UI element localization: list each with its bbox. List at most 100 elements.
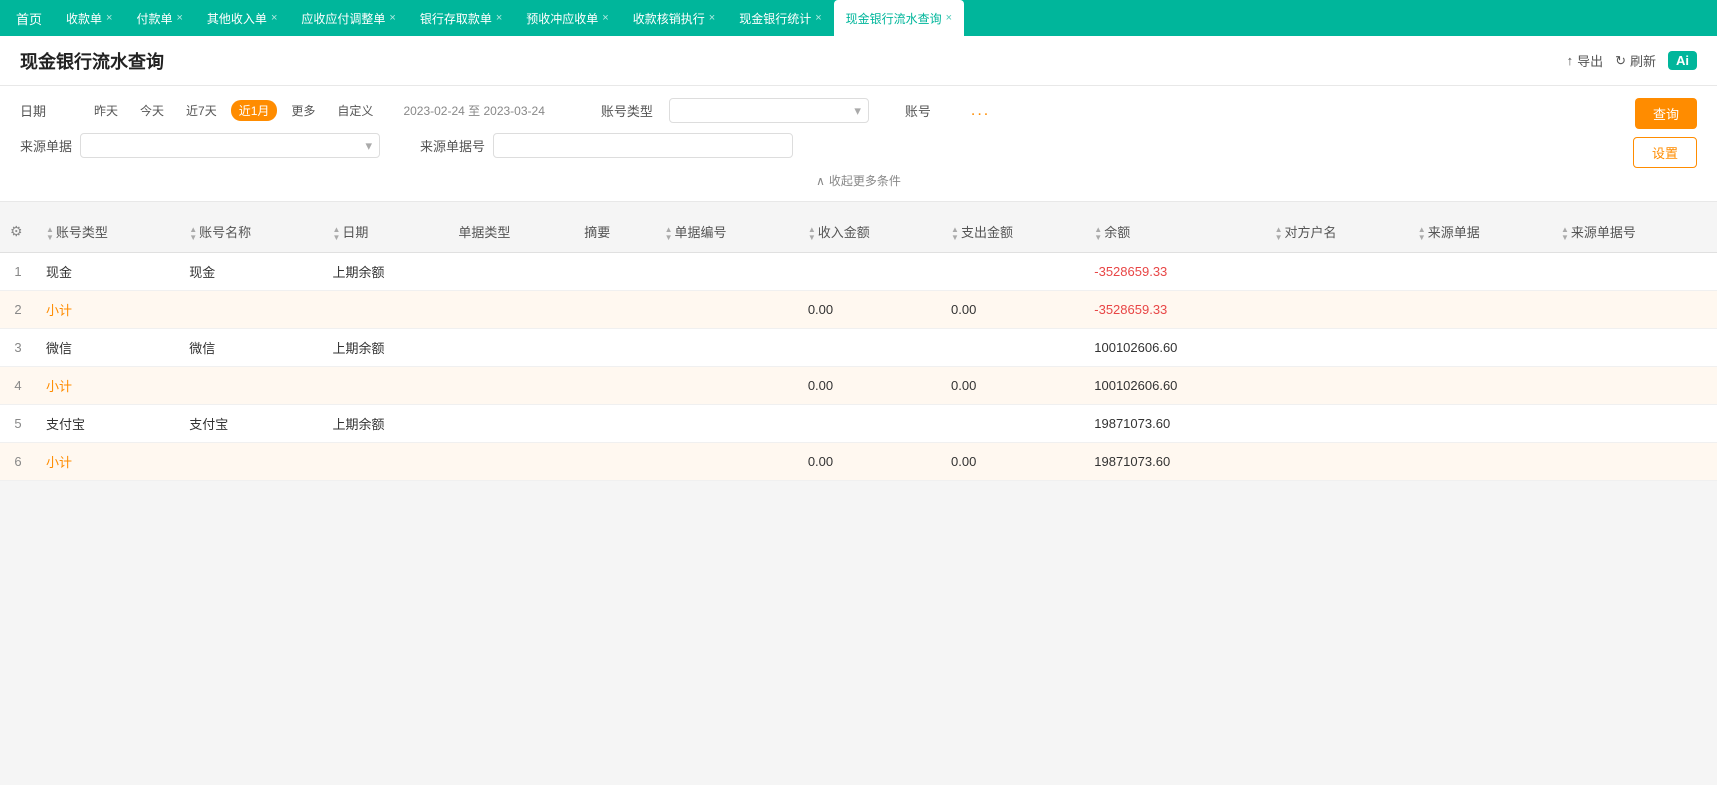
nav-tab-收款单[interactable]: 收款单× xyxy=(54,0,124,36)
source-doc-no-label: 来源单据号 xyxy=(420,136,485,155)
column-header-doc_no[interactable]: ▲▼单据编号 xyxy=(655,212,798,252)
close-tab-icon[interactable]: × xyxy=(815,12,821,24)
cell-source_doc_no xyxy=(1551,328,1717,366)
account-more-button[interactable]: ... xyxy=(971,102,990,120)
column-header-source_doc[interactable]: ▲▼来源单据 xyxy=(1408,212,1551,252)
table-body: 1现金现金上期余额-3528659.332小计0.000.00-3528659.… xyxy=(0,252,1717,480)
nav-tab-现金银行流水查询[interactable]: 现金银行流水查询× xyxy=(834,0,964,36)
export-button[interactable]: ↑ 导出 xyxy=(1567,51,1604,70)
nav-home[interactable]: 首页 xyxy=(4,9,54,28)
date-shortcut-近1月[interactable]: 近1月 xyxy=(231,100,278,121)
cell-account_type: 小计 xyxy=(36,366,179,404)
query-button[interactable]: 查询 xyxy=(1635,98,1697,129)
cell-doc_no xyxy=(655,366,798,404)
close-tab-icon[interactable]: × xyxy=(496,12,502,24)
column-settings[interactable]: ⚙ xyxy=(0,212,36,252)
cell-summary xyxy=(574,328,654,366)
nav-tab-银行存取款单[interactable]: 银行存取款单 × xyxy=(408,0,514,36)
column-header-account_type[interactable]: ▲▼账号类型 xyxy=(36,212,179,252)
collapse-arrow-icon: ∧ xyxy=(816,174,825,188)
nav-tab-label: 银行存取款单 xyxy=(420,10,492,27)
close-tab-icon[interactable]: × xyxy=(106,12,112,24)
cell-source_doc_no xyxy=(1551,290,1717,328)
column-header-date[interactable]: ▲▼日期 xyxy=(322,212,448,252)
close-tab-icon[interactable]: × xyxy=(709,12,715,24)
page-title: 现金银行流水查询 xyxy=(20,48,164,74)
cell-balance: 100102606.60 xyxy=(1084,328,1264,366)
column-header-income[interactable]: ▲▼收入金额 xyxy=(798,212,941,252)
cell-income xyxy=(798,404,941,442)
cell-account_name xyxy=(179,442,322,480)
source-doc-select[interactable] xyxy=(80,133,380,158)
cell-balance: 100102606.60 xyxy=(1084,366,1264,404)
cell-counterparty xyxy=(1265,442,1408,480)
cell-source_doc_no xyxy=(1551,366,1717,404)
cell-source_doc_no xyxy=(1551,404,1717,442)
settings-button[interactable]: 设置 xyxy=(1633,137,1697,168)
cell-source_doc xyxy=(1408,290,1551,328)
nav-tab-其他收入单[interactable]: 其他收入单 × xyxy=(195,0,289,36)
page-header: 现金银行流水查询 ↑ 导出 ↻ 刷新 Ai xyxy=(0,36,1717,86)
cell-source_doc_no xyxy=(1551,442,1717,480)
row-number: 4 xyxy=(0,366,36,404)
close-tab-icon[interactable]: × xyxy=(271,12,277,24)
cell-doc_type xyxy=(448,290,574,328)
nav-tab-应收应付调整单[interactable]: 应收应付调整单× xyxy=(289,0,407,36)
nav-tab-收款核销执行[interactable]: 收款核销执行× xyxy=(621,0,727,36)
column-header-summary: 摘要 xyxy=(574,212,654,252)
cell-summary xyxy=(574,366,654,404)
column-header-counterparty[interactable]: ▲▼对方户名 xyxy=(1265,212,1408,252)
nav-tab-label: 付款单 xyxy=(136,10,172,27)
date-shortcut-更多[interactable]: 更多 xyxy=(283,100,323,121)
cell-balance: 19871073.60 xyxy=(1084,442,1264,480)
cell-doc_no xyxy=(655,290,798,328)
cell-doc_type xyxy=(448,442,574,480)
cell-balance: -3528659.33 xyxy=(1084,252,1264,290)
table-row: 6小计0.000.0019871073.60 xyxy=(0,442,1717,480)
cell-date xyxy=(322,366,448,404)
date-shortcut-自定义[interactable]: 自定义 xyxy=(329,100,381,121)
close-tab-icon[interactable]: × xyxy=(176,12,182,24)
close-tab-icon[interactable]: × xyxy=(946,12,952,24)
nav-tab-label: 现金银行统计 xyxy=(739,10,811,27)
nav-tab-现金银行统计[interactable]: 现金银行统计 × xyxy=(727,0,833,36)
collapse-button[interactable]: ∧ 收起更多条件 xyxy=(20,168,1697,189)
date-shortcut-近7天[interactable]: 近7天 xyxy=(178,100,225,121)
close-tab-icon[interactable]: × xyxy=(389,12,395,24)
date-shortcut-今天[interactable]: 今天 xyxy=(132,100,172,121)
refresh-button[interactable]: ↻ 刷新 xyxy=(1615,51,1656,70)
close-tab-icon[interactable]: × xyxy=(602,12,608,24)
cell-income: 0.00 xyxy=(798,290,941,328)
date-range-display: 2023-02-24 至 2023-03-24 xyxy=(403,102,544,119)
sort-icon-expense: ▲▼ xyxy=(951,226,959,242)
cell-summary xyxy=(574,442,654,480)
cell-counterparty xyxy=(1265,290,1408,328)
column-header-account_name[interactable]: ▲▼账号名称 xyxy=(179,212,322,252)
nav-tab-预收冲应收单[interactable]: 预收冲应收单× xyxy=(514,0,620,36)
date-shortcut-昨天[interactable]: 昨天 xyxy=(86,100,126,121)
table-row: 4小计0.000.00100102606.60 xyxy=(0,366,1717,404)
data-table-container: ⚙▲▼账号类型▲▼账号名称▲▼日期单据类型摘要▲▼单据编号▲▼收入金额▲▼支出金… xyxy=(0,212,1717,481)
cell-doc_type xyxy=(448,328,574,366)
table-row: 2小计0.000.00-3528659.33 xyxy=(0,290,1717,328)
sort-icon-doc_no: ▲▼ xyxy=(665,226,673,242)
nav-tab-label: 其他收入单 xyxy=(207,10,267,27)
cell-source_doc xyxy=(1408,366,1551,404)
cell-doc_type xyxy=(448,366,574,404)
column-header-expense[interactable]: ▲▼支出金额 xyxy=(941,212,1084,252)
column-header-source_doc_no[interactable]: ▲▼来源单据号 xyxy=(1551,212,1717,252)
cell-source_doc xyxy=(1408,442,1551,480)
filter-right-section: 查询 设置 xyxy=(1613,98,1697,168)
sort-icon-income: ▲▼ xyxy=(808,226,816,242)
nav-tab-付款单[interactable]: 付款单 × xyxy=(124,0,194,36)
cell-doc_no xyxy=(655,442,798,480)
ai-button[interactable]: Ai xyxy=(1668,51,1697,70)
cell-doc_no xyxy=(655,404,798,442)
column-header-balance[interactable]: ▲▼余额 xyxy=(1084,212,1264,252)
cell-source_doc xyxy=(1408,328,1551,366)
cell-account_type: 现金 xyxy=(36,252,179,290)
source-doc-no-input[interactable] xyxy=(493,133,793,158)
cell-doc_no xyxy=(655,252,798,290)
gear-icon[interactable]: ⚙ xyxy=(10,223,23,239)
account-type-select[interactable] xyxy=(669,98,869,123)
